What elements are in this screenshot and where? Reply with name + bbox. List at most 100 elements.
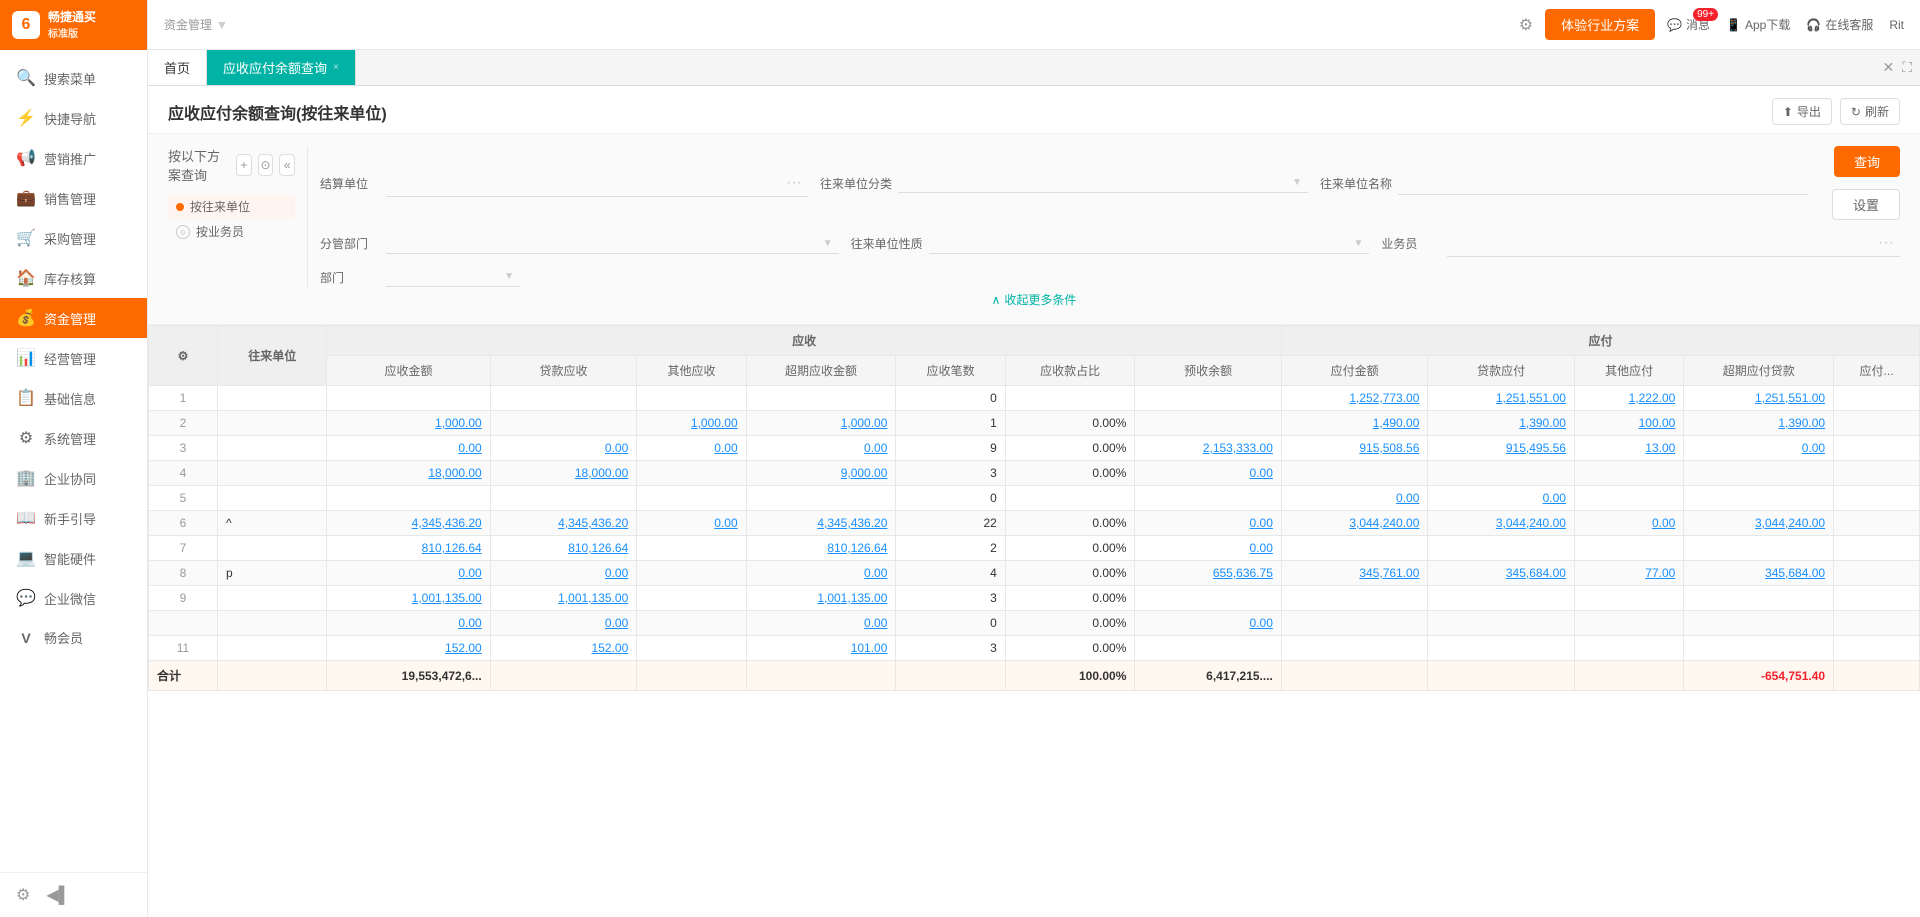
cell-link-loan_ap[interactable]: 1,390.00 [1519,416,1566,430]
set-button[interactable]: 设置 [1832,189,1900,220]
filter-collapse-btn[interactable]: « [279,154,295,176]
app-download-button[interactable]: 📱 App下载 [1726,16,1790,33]
cell-link-loan_ap[interactable]: 1,251,551.00 [1496,391,1566,405]
tab-close-icon[interactable]: × [333,62,339,73]
collapse-icon[interactable]: ◀▌ [46,885,70,905]
messages-button[interactable]: 💬 消息 99+ [1667,16,1710,33]
cell-link-loan_ar[interactable]: 1,001,135.00 [558,591,628,605]
cell-link-ap_amount[interactable]: 915,508.56 [1359,441,1419,455]
settings-icon[interactable]: ⚙ [16,885,30,905]
cell-link-overdue_ar[interactable]: 1,001,135.00 [817,591,887,605]
cell-link-ar_amount[interactable]: 0.00 [458,566,481,580]
cell-link-loan_ar[interactable]: 0.00 [605,616,628,630]
query-button[interactable]: 查询 [1834,146,1900,177]
cell-link-other_ar[interactable]: 0.00 [714,441,737,455]
cell-link-overdue_ap[interactable]: 3,044,240.00 [1755,516,1825,530]
sidebar-item-sales[interactable]: 💼 销售管理 [0,178,147,218]
cell-link-prepaid[interactable]: 0.00 [1250,541,1273,555]
sidebar-item-member[interactable]: V 畅会员 [0,618,147,657]
cell-link-other_ar[interactable]: 0.00 [714,516,737,530]
sidebar-item-enterprise[interactable]: 🏢 企业协同 [0,458,147,498]
cell-link-other_ap[interactable]: 13.00 [1645,441,1675,455]
cell-link-loan_ar[interactable]: 18,000.00 [575,466,628,480]
salesman-input[interactable]: ··· [1447,230,1900,257]
cell-link-other_ap[interactable]: 100.00 [1639,416,1676,430]
col-gear[interactable]: ⚙ [149,326,218,386]
topbar-gear-icon[interactable]: ⚙ [1519,15,1533,35]
sidebar-item-quicknav[interactable]: ⚡ 快捷导航 [0,98,147,138]
cell-link-loan_ap[interactable]: 3,044,240.00 [1496,516,1566,530]
cell-link-loan_ap[interactable]: 345,684.00 [1506,566,1566,580]
cell-link-overdue_ap[interactable]: 1,251,551.00 [1755,391,1825,405]
sidebar-item-purchase[interactable]: 🛒 采购管理 [0,218,147,258]
collapse-row[interactable]: ∧ 收起更多条件 [168,287,1900,312]
cell-link-overdue_ap[interactable]: 0.00 [1802,441,1825,455]
cell-link-other_ar[interactable]: 1,000.00 [691,416,738,430]
cell-link-other_ap[interactable]: 0.00 [1652,516,1675,530]
filter-add-btn[interactable]: + [236,154,252,176]
promo-button[interactable]: 体验行业方案 [1545,9,1655,40]
cell-link-overdue_ap[interactable]: 345,684.00 [1765,566,1825,580]
online-service-button[interactable]: 🎧 在线客服 [1806,16,1873,33]
cell-link-prepaid[interactable]: 2,153,333.00 [1203,441,1273,455]
sidebar-item-inventory[interactable]: 🏠 库存核算 [0,258,147,298]
cell-link-overdue_ar[interactable]: 810,126.64 [827,541,887,555]
tab-active[interactable]: 应收应付余额查询 × [207,50,356,85]
cell-link-loan_ap[interactable]: 915,495.56 [1506,441,1566,455]
cell-link-ar_amount[interactable]: 810,126.64 [422,541,482,555]
refresh-button[interactable]: ↻ 刷新 [1840,98,1900,125]
cell-link-overdue_ap[interactable]: 1,390.00 [1778,416,1825,430]
sidebar-item-operation[interactable]: 📊 经营管理 [0,338,147,378]
scheme-by-salesman[interactable]: ○ 按业务员 [168,219,295,244]
cell-link-ar_amount[interactable]: 0.00 [458,441,481,455]
cell-link-loan_ar[interactable]: 152.00 [592,641,629,655]
cell-link-loan_ar[interactable]: 4,345,436.20 [558,516,628,530]
user-name[interactable]: Rit [1889,18,1904,32]
cell-link-ar_amount[interactable]: 18,000.00 [428,466,481,480]
cell-link-ar_amount[interactable]: 1,001,135.00 [412,591,482,605]
cell-link-overdue_ar[interactable]: 0.00 [864,566,887,580]
dept-input[interactable]: ▼ [386,267,520,287]
salesman-dots[interactable]: ··· [1874,234,1894,252]
cell-link-ap_amount[interactable]: 345,761.00 [1359,566,1419,580]
cell-link-overdue_ar[interactable]: 9,000.00 [841,466,888,480]
cell-link-ar_amount[interactable]: 1,000.00 [435,416,482,430]
sidebar-item-system[interactable]: ⚙ 系统管理 [0,418,147,458]
wanglai-name-input[interactable] [1398,172,1808,195]
sidebar-item-guide[interactable]: 📖 新手引导 [0,498,147,538]
sidebar-item-marketing[interactable]: 📢 营销推广 [0,138,147,178]
cell-link-prepaid[interactable]: 0.00 [1250,616,1273,630]
export-button[interactable]: ⬆ 导出 [1772,98,1832,125]
cell-link-overdue_ar[interactable]: 101.00 [851,641,888,655]
scheme-by-partner[interactable]: 按往来单位 [168,194,295,219]
cell-link-prepaid[interactable]: 0.00 [1250,466,1273,480]
cell-link-loan_ar[interactable]: 0.00 [605,441,628,455]
cell-link-overdue_ar[interactable]: 4,345,436.20 [817,516,887,530]
cell-link-overdue_ar[interactable]: 0.00 [864,441,887,455]
wanglai-nature-input[interactable]: ▼ [929,234,1370,254]
cell-link-ar_amount[interactable]: 4,345,436.20 [412,516,482,530]
cell-link-ap_amount[interactable]: 1,252,773.00 [1349,391,1419,405]
tab-maximize-icon[interactable]: ⛶ [1902,59,1912,76]
jiesuan-input[interactable]: ··· [386,170,808,197]
cell-link-overdue_ar[interactable]: 1,000.00 [841,416,888,430]
wanglai-classify-input[interactable]: ▼ [898,173,1308,193]
fenguan-input[interactable]: ▼ [386,234,839,254]
cell-link-loan_ar[interactable]: 810,126.64 [568,541,628,555]
cell-link-overdue_ar[interactable]: 0.00 [864,616,887,630]
cell-link-prepaid[interactable]: 0.00 [1250,516,1273,530]
cell-link-ar_amount[interactable]: 0.00 [458,616,481,630]
jiesuan-dots[interactable]: ··· [782,174,802,192]
tab-close-window-icon[interactable]: ✕ [1882,59,1894,76]
sidebar-item-search[interactable]: 🔍 搜索菜单 [0,58,147,98]
cell-link-loan_ar[interactable]: 0.00 [605,566,628,580]
sidebar-item-wechat[interactable]: 💬 企业微信 [0,578,147,618]
cell-link-ap_amount[interactable]: 3,044,240.00 [1349,516,1419,530]
cell-link-ap_amount[interactable]: 0.00 [1396,491,1419,505]
cell-link-ar_amount[interactable]: 152.00 [445,641,482,655]
tab-home[interactable]: 首页 [148,50,207,85]
sidebar-item-hardware[interactable]: 💻 智能硬件 [0,538,147,578]
sidebar-item-finance[interactable]: 💰 资金管理 [0,298,147,338]
filter-settings-btn[interactable]: ⊙ [258,154,274,176]
cell-link-other_ap[interactable]: 1,222.00 [1629,391,1676,405]
